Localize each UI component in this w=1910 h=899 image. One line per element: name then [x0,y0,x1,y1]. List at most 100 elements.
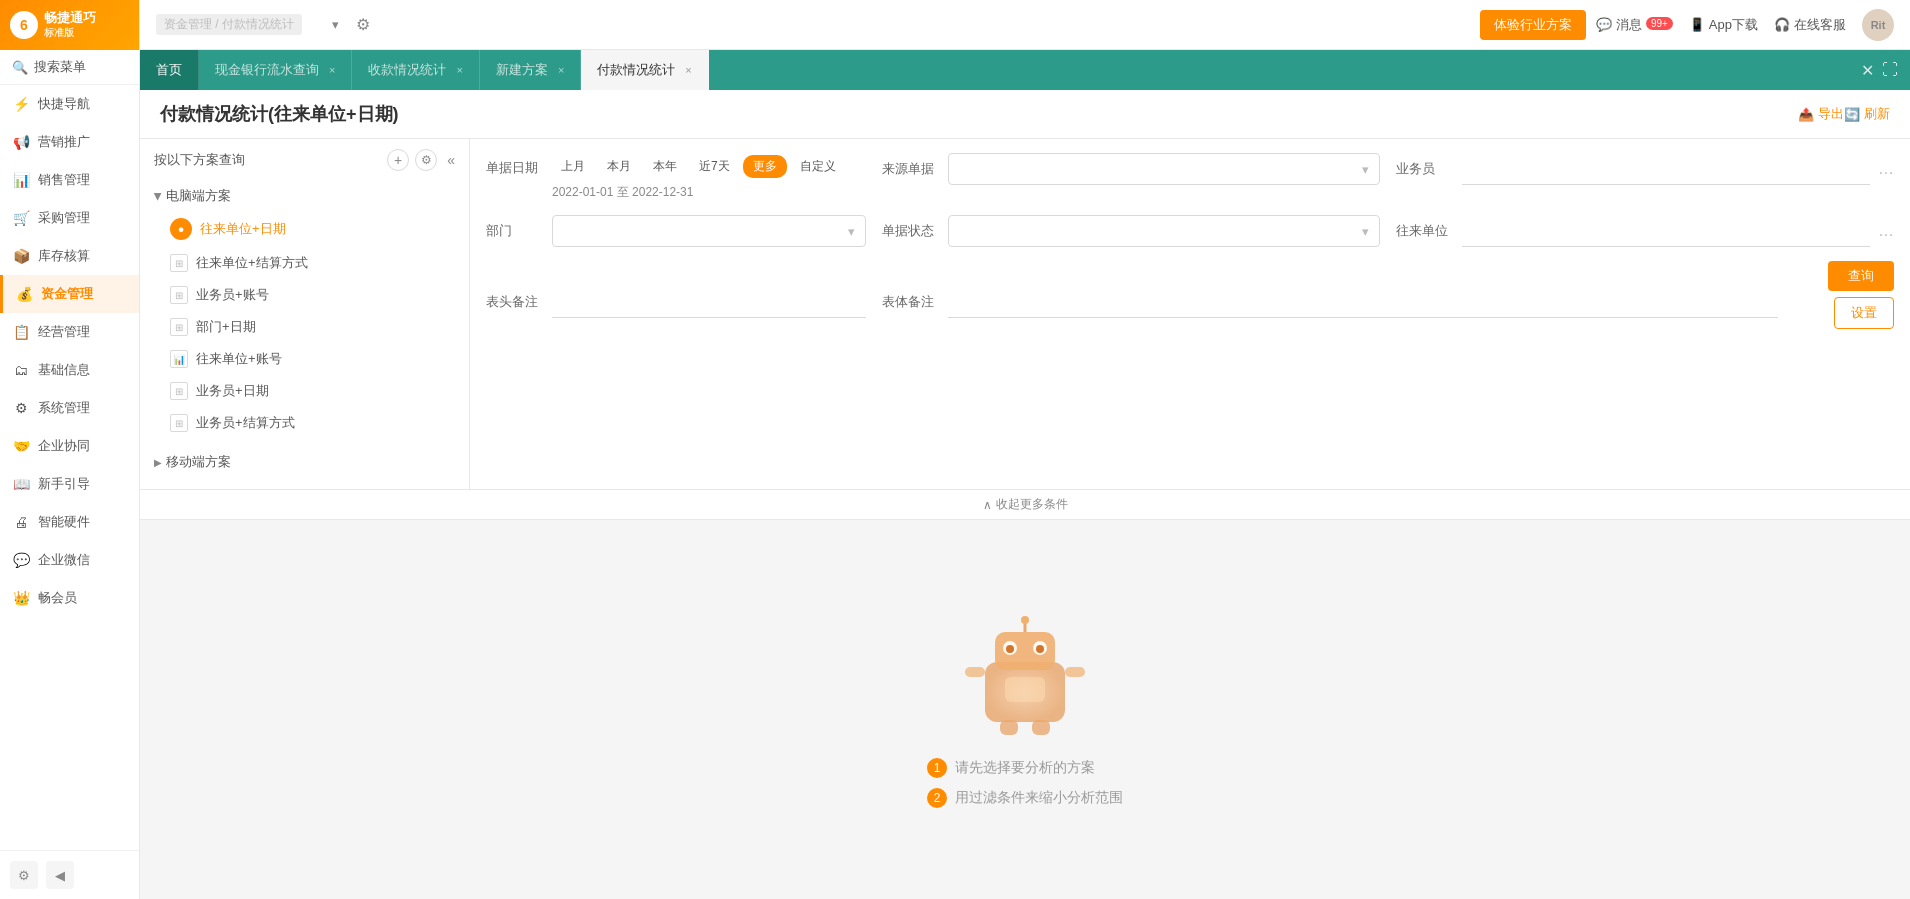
date-this-month[interactable]: 本月 [598,153,640,180]
industry-solution-button[interactable]: 体验行业方案 [1480,10,1586,40]
staff-input[interactable] [1462,153,1870,185]
sidebar-item-marketing[interactable]: 📢 营销推广 [0,123,139,161]
desktop-group-header[interactable]: ▶ 电脑端方案 [140,181,469,211]
topbar-dropdown-icon[interactable]: ▾ [332,17,339,32]
tabbar: 首页 现金银行流水查询 × 收款情况统计 × 新建方案 × 付款情况统计 × ✕… [140,50,1910,90]
sidebar-item-guide[interactable]: 📖 新手引导 [0,465,139,503]
scheme-collapse-button[interactable]: « [447,152,455,168]
scheme-item-contact-date[interactable]: ● 往来单位+日期 [140,211,469,247]
sidebar-item-label: 资金管理 [41,285,93,303]
svg-point-7 [1021,616,1029,624]
topbar-actions: 💬 消息 99+ 📱 App下载 🎧 在线客服 Rit [1596,9,1894,41]
scheme-item-contact-settlement[interactable]: ⊞ 往来单位+结算方式 [140,247,469,279]
scheme-add-button[interactable]: + [387,149,409,171]
online-service-action[interactable]: 🎧 在线客服 [1774,16,1846,34]
sidebar: 6 畅捷通巧 标准版 🔍 搜索菜单 ⚡ 快捷导航 📢 营销推广 📊 销售管理 🛒… [0,0,140,899]
tab-home[interactable]: 首页 [140,50,199,90]
source-select-arrow: ▾ [1362,162,1369,177]
tab-receipt-close[interactable]: × [456,64,462,76]
source-select[interactable]: ▾ [948,153,1380,185]
tab-maximize-button[interactable]: ⛶ [1882,61,1898,79]
tab-bank[interactable]: 现金银行流水查询 × [199,50,352,90]
voucher-status-select[interactable]: ▾ [948,215,1380,247]
query-button[interactable]: 查询 [1828,261,1894,291]
empty-state-illustration [955,612,1095,742]
tab-bank-close[interactable]: × [329,64,335,76]
app-subtitle: 标准版 [44,26,96,40]
topbar-settings-button[interactable]: ⚙ [349,11,377,39]
message-action[interactable]: 💬 消息 99+ [1596,16,1673,34]
contact-label: 往来单位 [1396,222,1454,240]
sidebar-item-basic[interactable]: 🗂 基础信息 [0,351,139,389]
sidebar-item-sales[interactable]: 📊 销售管理 [0,161,139,199]
empty-state-tips: 1 请先选择要分析的方案 2 用过滤条件来缩小分析范围 [927,758,1123,808]
tab-receipt[interactable]: 收款情况统计 × [352,50,479,90]
sidebar-item-system[interactable]: ⚙ 系统管理 [0,389,139,427]
tab-new-scheme-close[interactable]: × [558,64,564,76]
date-custom[interactable]: 自定义 [791,153,845,180]
topbar: 资金管理 / 付款情况统计 ▾ ⚙ 体验行业方案 💬 消息 99+ 📱 App下… [140,0,1910,50]
sidebar-nav: ⚡ 快捷导航 📢 营销推广 📊 销售管理 🛒 采购管理 📦 库存核算 💰 资金管… [0,85,139,850]
mobile-group-header[interactable]: ▶ 移动端方案 [140,447,469,477]
guide-icon: 📖 [12,475,30,493]
sidebar-item-operation[interactable]: 📋 经营管理 [0,313,139,351]
date-last-month[interactable]: 上月 [552,153,594,180]
sidebar-item-hardware[interactable]: 🖨 智能硬件 [0,503,139,541]
date-more[interactable]: 更多 [743,155,787,178]
scheme-table-icon: ⊞ [170,286,188,304]
tab-home-label: 首页 [156,61,182,79]
app-download-action[interactable]: 📱 App下载 [1689,16,1758,34]
refresh-icon: 🔄 [1844,107,1860,122]
tab-receipt-label: 收款情况统计 [368,61,446,79]
scheme-table-icon: ⊞ [170,318,188,336]
scheme-item-staff-account[interactable]: ⊞ 业务员+账号 [140,279,469,311]
dept-select-arrow: ▾ [848,224,855,239]
user-avatar[interactable]: Rit [1862,9,1894,41]
sidebar-item-enterprise[interactable]: 🤝 企业协同 [0,427,139,465]
sidebar-item-inventory[interactable]: 📦 库存核算 [0,237,139,275]
scheme-item-staff-date[interactable]: ⊞ 业务员+日期 [140,375,469,407]
sidebar-item-label: 系统管理 [38,399,90,417]
dept-label: 部门 [486,222,544,240]
search-menu[interactable]: 🔍 搜索菜单 [0,50,139,85]
sidebar-item-finance[interactable]: 💰 资金管理 [0,275,139,313]
enterprise-icon: 🤝 [12,437,30,455]
date-7days[interactable]: 近7天 [690,153,739,180]
scheme-item-staff-settlement[interactable]: ⊞ 业务员+结算方式 [140,407,469,439]
settings-button[interactable]: 设置 [1834,297,1894,329]
table-head-note-input[interactable] [552,286,866,318]
scheme-settings-button[interactable]: ⚙ [415,149,437,171]
tab-controls: ✕ ⛶ [1849,50,1910,90]
sidebar-item-member[interactable]: 👑 畅会员 [0,579,139,617]
scheme-item-label: 往来单位+账号 [196,350,282,368]
scheme-item-dept-date[interactable]: ⊞ 部门+日期 [140,311,469,343]
tip-text-2: 用过滤条件来缩小分析范围 [955,789,1123,807]
tip-num-1: 1 [927,758,947,778]
tab-new-scheme[interactable]: 新建方案 × [480,50,581,90]
sidebar-collapse-button[interactable]: ◀ [46,861,74,889]
scheme-item-contact-account[interactable]: 📊 往来单位+账号 [140,343,469,375]
tab-close-all-button[interactable]: ✕ [1861,61,1874,80]
contact-input[interactable] [1462,215,1870,247]
tab-payment-close[interactable]: × [685,64,691,76]
table-body-note-input[interactable] [948,286,1778,318]
tip-num-2: 2 [927,788,947,808]
date-this-year[interactable]: 本年 [644,153,686,180]
main-area: 资金管理 / 付款情况统计 ▾ ⚙ 体验行业方案 💬 消息 99+ 📱 App下… [140,0,1910,899]
sidebar-item-label: 库存核算 [38,247,90,265]
app-title-block: 畅捷通巧 标准版 [44,10,96,40]
export-button[interactable]: 📤 导出 [1798,105,1844,123]
sidebar-item-purchase[interactable]: 🛒 采购管理 [0,199,139,237]
refresh-button[interactable]: 🔄 刷新 [1844,105,1890,123]
contact-ellipsis[interactable]: … [1878,222,1894,240]
marketing-icon: 📢 [12,133,30,151]
sidebar-settings-button[interactable]: ⚙ [10,861,38,889]
collapse-conditions-button[interactable]: ∧ 收起更多条件 [140,490,1910,520]
finance-icon: 💰 [15,285,33,303]
sidebar-item-quick-nav[interactable]: ⚡ 快捷导航 [0,85,139,123]
staff-ellipsis[interactable]: … [1878,160,1894,178]
tab-payment[interactable]: 付款情况统计 × [581,50,708,90]
empty-state-tip-2: 2 用过滤条件来缩小分析范围 [927,788,1123,808]
sidebar-item-wechat[interactable]: 💬 企业微信 [0,541,139,579]
dept-select[interactable]: ▾ [552,215,866,247]
